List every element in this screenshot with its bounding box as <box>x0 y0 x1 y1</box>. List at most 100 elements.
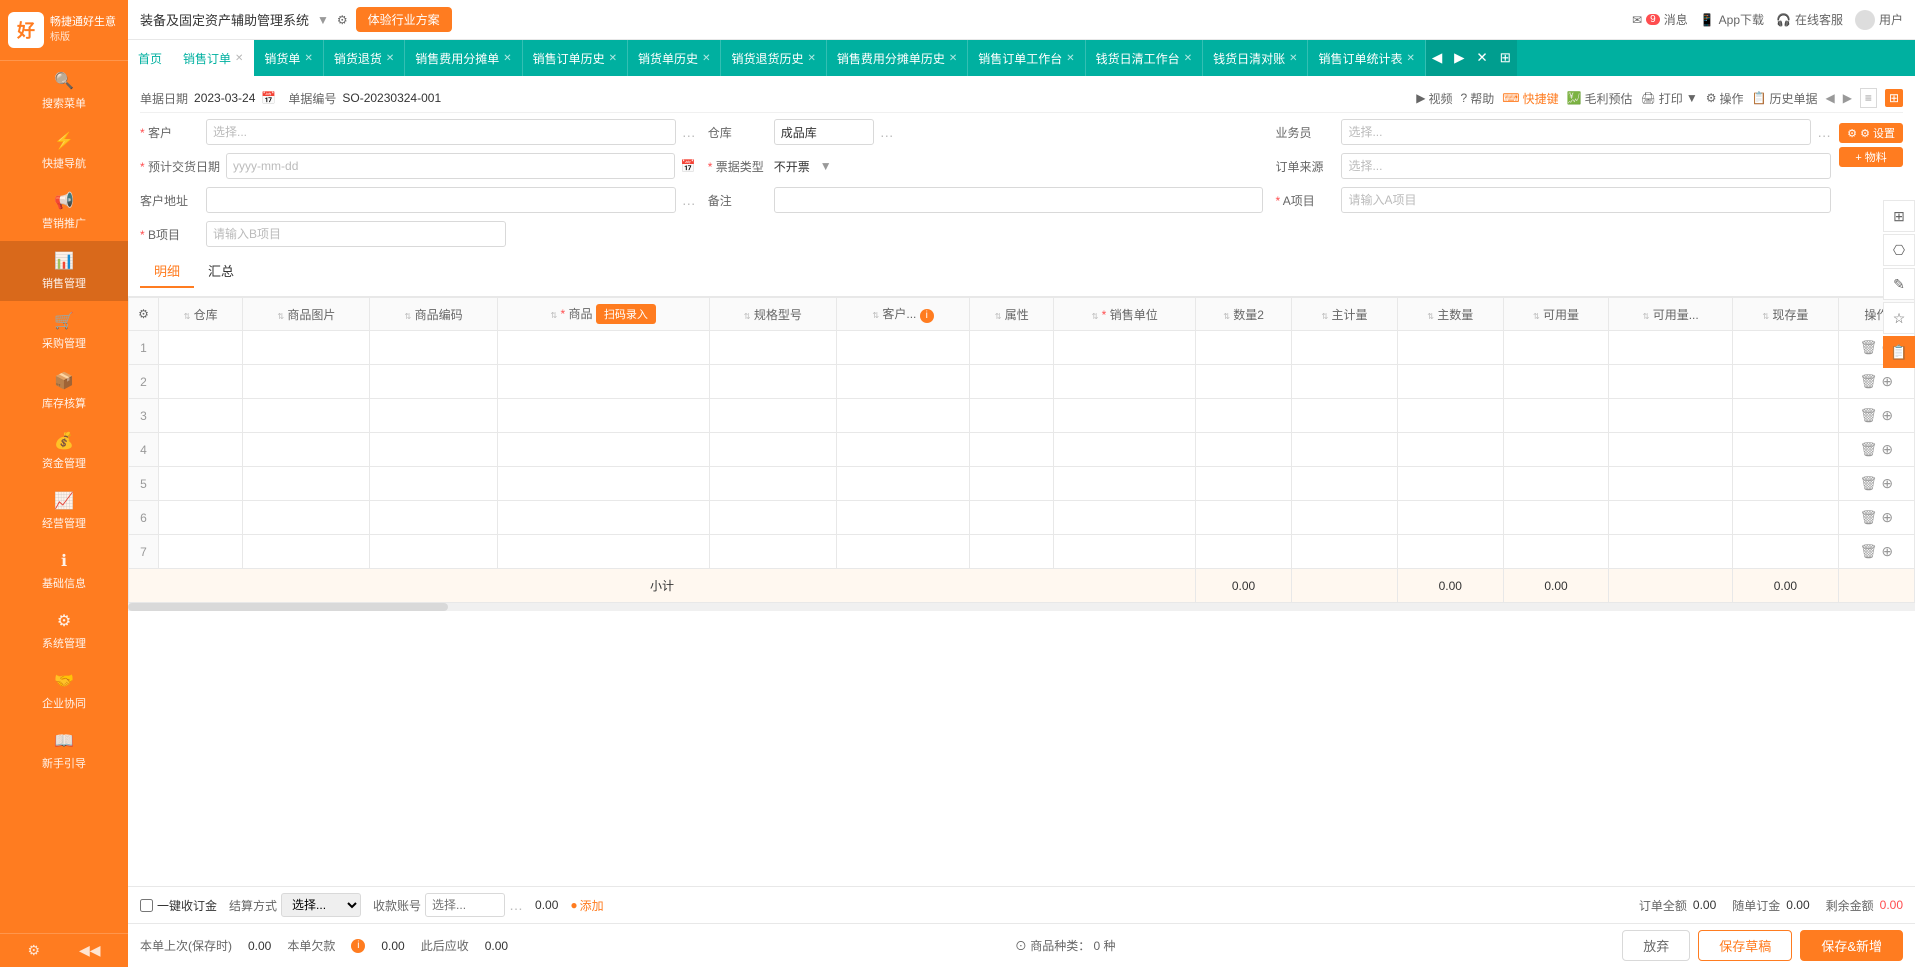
cell[interactable] <box>709 331 836 365</box>
industry-btn[interactable]: 体验行业方案 <box>356 7 452 32</box>
sidebar-item-system[interactable]: ⚙ 系统管理 <box>0 601 128 661</box>
cell[interactable] <box>970 331 1054 365</box>
save-new-btn[interactable]: 保存&新增 <box>1800 930 1903 961</box>
tab-goods-history[interactable]: 销货单历史 ✕ <box>628 40 721 76</box>
cell[interactable] <box>159 365 243 399</box>
tab-order-workbench[interactable]: 销售订单工作台 ✕ <box>968 40 1085 76</box>
add-material-btn[interactable]: + 物料 <box>1839 147 1903 167</box>
tab-sales-goods[interactable]: 销货单 ✕ <box>254 40 323 76</box>
cell[interactable] <box>1733 399 1839 433</box>
cell[interactable] <box>1054 467 1196 501</box>
cell[interactable] <box>243 501 370 535</box>
right-btn-1[interactable]: ⊞ <box>1883 200 1915 232</box>
cell[interactable] <box>1397 433 1503 467</box>
cell[interactable] <box>243 467 370 501</box>
tab-detail[interactable]: 明细 <box>140 255 194 288</box>
cell[interactable] <box>836 399 969 433</box>
cell[interactable] <box>1609 535 1733 569</box>
cell[interactable] <box>1503 535 1609 569</box>
cell[interactable] <box>1397 467 1503 501</box>
tab-summary[interactable]: 汇总 <box>194 255 248 288</box>
cell[interactable] <box>1292 535 1398 569</box>
copy-icon[interactable]: ⊕ <box>1881 407 1893 424</box>
cell[interactable] <box>970 535 1054 569</box>
cell[interactable] <box>836 535 969 569</box>
cell[interactable] <box>159 501 243 535</box>
cell[interactable] <box>1503 365 1609 399</box>
tab-fee-split-close[interactable]: ✕ <box>503 53 511 64</box>
sidebar-item-operations[interactable]: 📈 经营管理 <box>0 481 128 541</box>
layout-grid-icon[interactable]: ⊞ <box>1885 89 1903 107</box>
tab-return-history[interactable]: 销货退货历史 ✕ <box>721 40 826 76</box>
operation-btn[interactable]: ⚙ 操作 <box>1706 90 1744 107</box>
settings-btn[interactable]: ⚙ ⚙ 设置 <box>1839 123 1903 143</box>
abandon-btn[interactable]: 放弃 <box>1622 930 1690 961</box>
cell[interactable] <box>159 467 243 501</box>
cell[interactable] <box>1292 331 1398 365</box>
cell[interactable] <box>497 331 709 365</box>
cell[interactable] <box>1397 365 1503 399</box>
tab-return[interactable]: 销货退货 ✕ <box>324 40 405 76</box>
cell[interactable] <box>243 365 370 399</box>
tab-home[interactable]: 首页 <box>128 40 173 76</box>
sidebar-item-purchase[interactable]: 🛒 采购管理 <box>0 301 128 361</box>
copy-icon[interactable]: ⊕ <box>1881 441 1893 458</box>
tab-return-close[interactable]: ✕ <box>386 53 394 64</box>
cell[interactable] <box>1292 399 1398 433</box>
cell[interactable] <box>709 399 836 433</box>
cell[interactable] <box>497 501 709 535</box>
scan-btn[interactable]: 扫码录入 <box>596 304 656 324</box>
online-service-btn[interactable]: 🎧 在线客服 <box>1776 11 1843 28</box>
cell[interactable] <box>1292 467 1398 501</box>
help-btn[interactable]: ? 帮助 <box>1461 90 1495 107</box>
sidebar-item-basic-info[interactable]: ℹ 基础信息 <box>0 541 128 601</box>
debt-info-icon[interactable]: i <box>351 939 365 953</box>
delete-icon[interactable]: 🗑 <box>1860 441 1878 458</box>
profit-btn[interactable]: 💹 毛利预估 <box>1567 90 1633 107</box>
cell[interactable] <box>497 399 709 433</box>
tab-return-history-close[interactable]: ✕ <box>807 53 815 64</box>
cell[interactable] <box>1609 399 1733 433</box>
tab-sales-goods-close[interactable]: ✕ <box>304 53 312 64</box>
cell[interactable] <box>970 433 1054 467</box>
delete-icon[interactable]: 🗑 <box>1860 475 1878 492</box>
horizontal-scrollbar[interactable] <box>128 603 1915 611</box>
tab-next-btn[interactable]: ▶ <box>1448 40 1470 76</box>
tab-order-history[interactable]: 销售订单历史 ✕ <box>523 40 628 76</box>
video-btn[interactable]: ▶ 视频 <box>1416 90 1452 107</box>
cell[interactable] <box>243 331 370 365</box>
cell[interactable] <box>1195 501 1291 535</box>
cell[interactable] <box>1609 501 1733 535</box>
calendar-icon[interactable]: 📅 <box>261 91 276 105</box>
delete-icon[interactable]: 🗑 <box>1860 373 1878 390</box>
right-btn-2[interactable]: ⎔ <box>1883 234 1915 266</box>
tab-sales-order-close[interactable]: ✕ <box>235 53 243 64</box>
cell[interactable] <box>1609 433 1733 467</box>
tab-fee-split[interactable]: 销售费用分摊单 ✕ <box>405 40 522 76</box>
message-btn[interactable]: ✉ 9 消息 <box>1632 11 1688 28</box>
cell[interactable] <box>1292 433 1398 467</box>
address-input[interactable] <box>206 187 676 213</box>
settlement-select[interactable]: 选择... <box>281 893 361 917</box>
tab-order-stats-close[interactable]: ✕ <box>1407 53 1415 64</box>
cell[interactable] <box>370 365 497 399</box>
print-btn[interactable]: 🖨 打印 ▼ <box>1641 90 1698 107</box>
tab-cash-reconcile-close[interactable]: ✕ <box>1289 53 1297 64</box>
delivery-calendar-icon[interactable]: 📅 <box>681 159 696 173</box>
cell[interactable] <box>243 399 370 433</box>
invoice-dropdown-icon[interactable]: ▼ <box>820 159 832 173</box>
address-dots[interactable]: … <box>682 192 696 208</box>
salesperson-input[interactable] <box>1341 119 1811 145</box>
tab-order-history-close[interactable]: ✕ <box>609 53 617 64</box>
delete-icon[interactable]: 🗑 <box>1860 407 1878 424</box>
sidebar-item-enterprise[interactable]: 🤝 企业协同 <box>0 661 128 721</box>
cell[interactable] <box>1054 501 1196 535</box>
cell[interactable] <box>370 331 497 365</box>
cell[interactable] <box>970 399 1054 433</box>
copy-icon[interactable]: ⊕ <box>1881 509 1893 526</box>
cell[interactable] <box>1609 467 1733 501</box>
customer-input[interactable] <box>206 119 676 145</box>
cell[interactable] <box>970 501 1054 535</box>
cell[interactable] <box>370 433 497 467</box>
user-btn[interactable]: 用户 <box>1855 10 1903 30</box>
